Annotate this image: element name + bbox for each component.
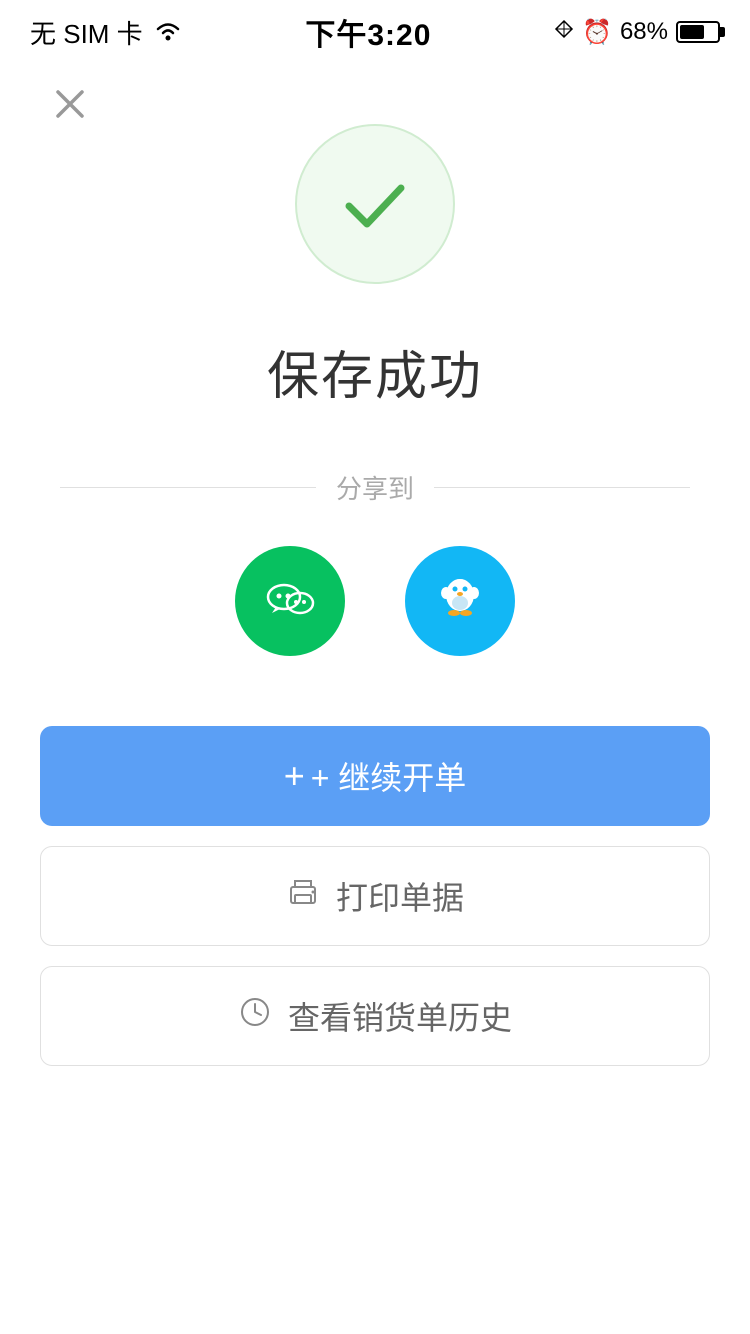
alarm-icon: ⏰ bbox=[582, 18, 612, 47]
history-button[interactable]: 查看销货单历史 bbox=[40, 966, 710, 1066]
print-button[interactable]: 打印单据 bbox=[40, 846, 710, 946]
qq-icon bbox=[428, 569, 492, 633]
history-label: 查看销货单历史 bbox=[288, 993, 512, 1039]
share-divider: 分享到 bbox=[0, 469, 750, 506]
continue-label: + 继续开单 bbox=[311, 753, 467, 799]
divider-line-left bbox=[60, 487, 316, 488]
sim-label: 无 SIM 卡 bbox=[30, 14, 143, 51]
success-title: 保存成功 bbox=[267, 334, 483, 409]
main-content: 保存成功 分享到 bbox=[0, 64, 750, 1066]
battery-icon bbox=[676, 21, 720, 43]
status-right: ⏰ 68% bbox=[554, 18, 720, 47]
wechat-icon bbox=[258, 569, 322, 633]
wifi-icon bbox=[153, 17, 183, 48]
history-icon bbox=[238, 995, 272, 1037]
wechat-share-button[interactable] bbox=[235, 546, 345, 656]
share-label: 分享到 bbox=[316, 469, 434, 506]
checkmark-icon bbox=[335, 164, 415, 244]
location-icon bbox=[554, 18, 574, 46]
print-icon bbox=[286, 875, 320, 917]
continue-button[interactable]: + + 继续开单 bbox=[40, 726, 710, 826]
qq-share-button[interactable] bbox=[405, 546, 515, 656]
share-icons-row bbox=[235, 546, 515, 656]
action-buttons: + + 继续开单 打印单据 查看销货 bbox=[0, 726, 750, 1066]
close-icon bbox=[52, 86, 88, 122]
success-circle bbox=[295, 124, 455, 284]
plus-icon: + bbox=[284, 755, 305, 797]
divider-line-right bbox=[434, 487, 690, 488]
status-time: 下午3:20 bbox=[305, 10, 431, 54]
close-button[interactable] bbox=[40, 74, 100, 134]
status-left: 无 SIM 卡 bbox=[30, 14, 183, 51]
print-label: 打印单据 bbox=[336, 873, 464, 919]
status-bar: 无 SIM 卡 下午3:20 ⏰ 68% bbox=[0, 0, 750, 64]
battery-percent: 68% bbox=[620, 18, 668, 46]
